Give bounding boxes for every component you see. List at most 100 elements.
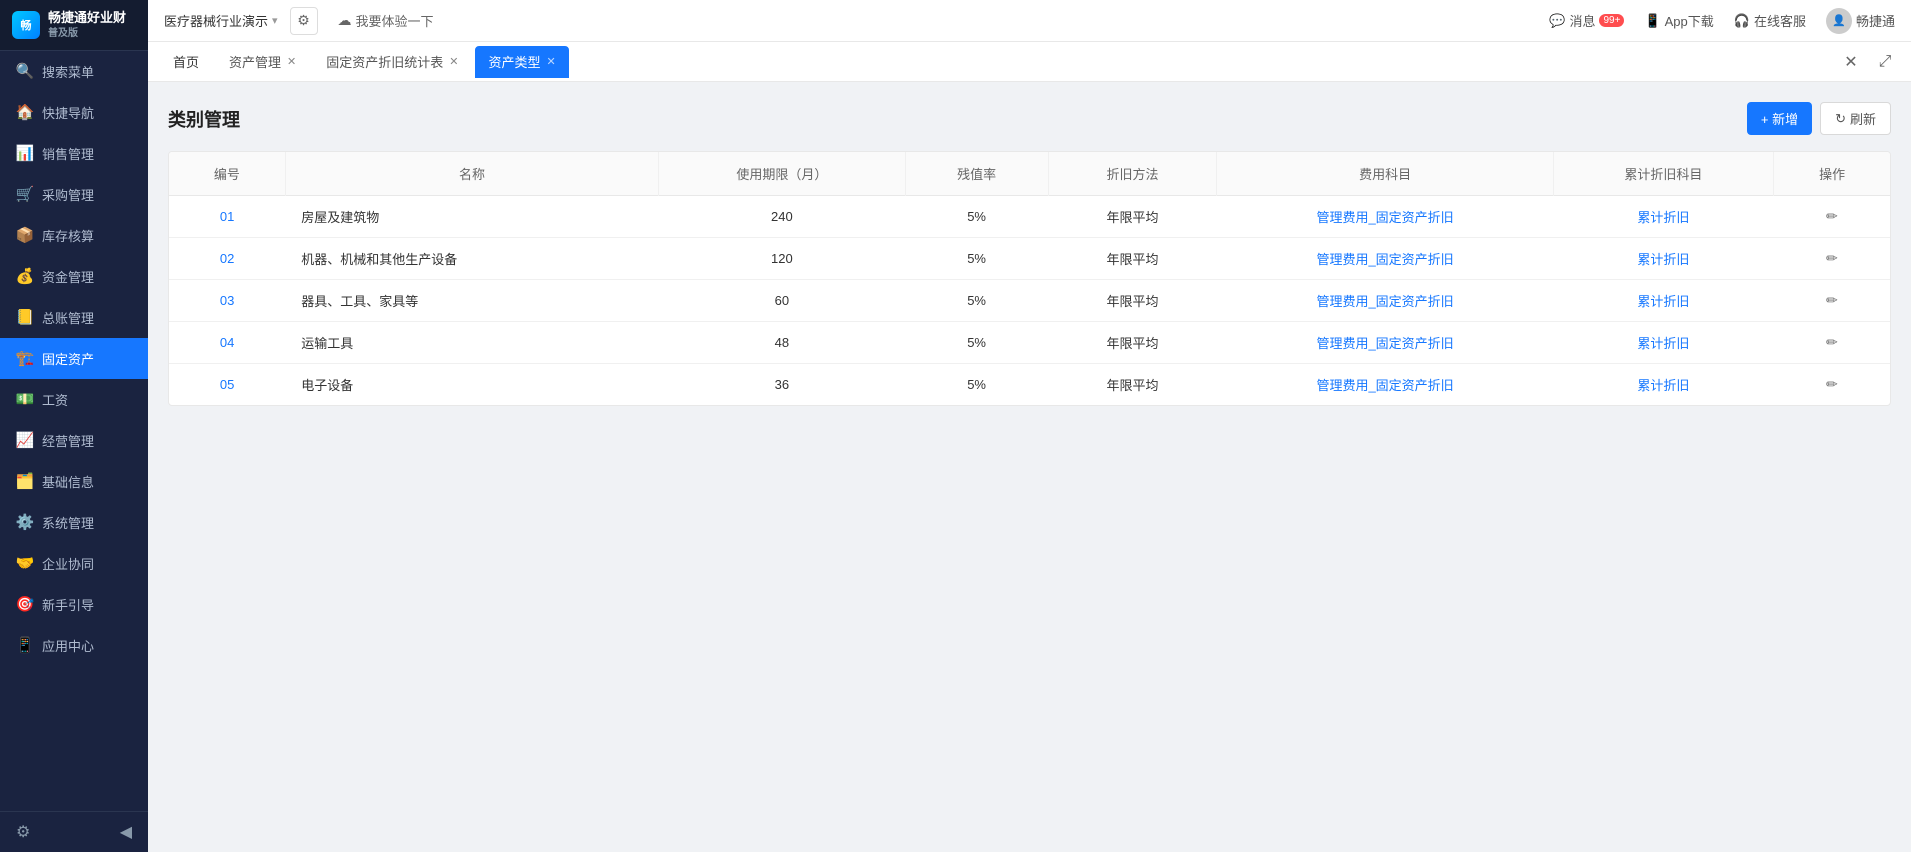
row-name-2: 器具、工具、家具等 <box>285 280 658 322</box>
messages-btn[interactable]: 💬 消息 99+ <box>1549 11 1624 30</box>
label-quick-nav: 快捷导航 <box>42 103 94 122</box>
row-action-4: ✏ <box>1774 364 1890 406</box>
row-residual-2: 5% <box>905 280 1048 322</box>
edit-btn-4[interactable]: ✏ <box>1826 376 1838 392</box>
user-profile-btn[interactable]: 👤 畅捷通 <box>1826 8 1895 34</box>
table-row: 04 运输工具 48 5% 年限平均 管理费用_固定资产折旧 累计折旧 ✏ <box>169 322 1890 364</box>
row-months-3: 48 <box>659 322 905 364</box>
close-tab-asset-mgmt[interactable]: ✕ <box>287 55 296 68</box>
sidebar-item-guide[interactable]: 🎯 新手引导 <box>0 584 148 625</box>
icon-guide: 🎯 <box>16 595 34 613</box>
row-accumulated-3[interactable]: 累计折旧 <box>1553 322 1774 364</box>
row-expense-1[interactable]: 管理费用_固定资产折旧 <box>1217 238 1553 280</box>
sidebar: 畅 畅捷通好业财 普及版 🔍 搜索菜单 🏠 快捷导航 📊 销售管理 🛒 采购管理… <box>0 0 148 852</box>
edit-btn-1[interactable]: ✏ <box>1826 250 1838 266</box>
logo-icon: 畅 <box>12 11 40 39</box>
icon-cooperation: 🤝 <box>16 554 34 572</box>
top-bar: 医疗器械行业演示 ▾ ⚙ ☁ 我要体验一下 💬 消息 99+ 📱 App下载 🎧… <box>148 0 1911 42</box>
col-header-3: 残值率 <box>905 152 1048 196</box>
row-accumulated-0[interactable]: 累计折旧 <box>1553 196 1774 238</box>
row-method-2: 年限平均 <box>1048 280 1217 322</box>
col-header-0: 编号 <box>169 152 285 196</box>
icon-inventory: 📦 <box>16 226 34 244</box>
row-months-0: 240 <box>659 196 905 238</box>
row-name-1: 机器、机械和其他生产设备 <box>285 238 658 280</box>
sidebar-item-purchase[interactable]: 🛒 采购管理 <box>0 174 148 215</box>
table-header: 编号名称使用期限（月）残值率折旧方法费用科目累计折旧科目操作 <box>169 152 1890 196</box>
col-header-6: 累计折旧科目 <box>1553 152 1774 196</box>
app-download-btn[interactable]: 📱 App下载 <box>1644 11 1713 30</box>
row-expense-2[interactable]: 管理费用_固定资产折旧 <box>1217 280 1553 322</box>
row-action-3: ✏ <box>1774 322 1890 364</box>
icon-capital: 💰 <box>16 267 34 285</box>
edit-btn-3[interactable]: ✏ <box>1826 334 1838 350</box>
close-tab-btn[interactable]: ✕ <box>1837 48 1865 76</box>
label-ledger: 总账管理 <box>42 308 94 327</box>
row-expense-3[interactable]: 管理费用_固定资产折旧 <box>1217 322 1553 364</box>
sidebar-item-sales[interactable]: 📊 销售管理 <box>0 133 148 174</box>
top-bar-right: 💬 消息 99+ 📱 App下载 🎧 在线客服 👤 畅捷通 <box>1549 8 1895 34</box>
main-area: 医疗器械行业演示 ▾ ⚙ ☁ 我要体验一下 💬 消息 99+ 📱 App下载 🎧… <box>148 0 1911 852</box>
online-service-btn[interactable]: 🎧 在线客服 <box>1734 11 1806 30</box>
col-header-2: 使用期限（月） <box>659 152 905 196</box>
table-row: 03 器具、工具、家具等 60 5% 年限平均 管理费用_固定资产折旧 累计折旧… <box>169 280 1890 322</box>
sidebar-item-capital[interactable]: 💰 资金管理 <box>0 256 148 297</box>
table-body: 01 房屋及建筑物 240 5% 年限平均 管理费用_固定资产折旧 累计折旧 ✏… <box>169 196 1890 406</box>
row-expense-4[interactable]: 管理费用_固定资产折旧 <box>1217 364 1553 406</box>
row-residual-3: 5% <box>905 322 1048 364</box>
logo-main: 畅捷通好业财 <box>48 10 126 27</box>
tab-depreciation-table[interactable]: 固定资产折旧统计表✕ <box>313 46 471 78</box>
close-tab-depreciation-table[interactable]: ✕ <box>449 55 458 68</box>
new-btn[interactable]: + 新增 <box>1747 102 1812 135</box>
close-tab-asset-type[interactable]: ✕ <box>547 55 556 68</box>
sidebar-item-system[interactable]: ⚙️ 系统管理 <box>0 502 148 543</box>
row-accumulated-1[interactable]: 累计折旧 <box>1553 238 1774 280</box>
row-residual-1: 5% <box>905 238 1048 280</box>
sidebar-item-base-info[interactable]: 🗂️ 基础信息 <box>0 461 148 502</box>
expand-tab-btn[interactable]: ⤢ <box>1871 48 1899 76</box>
sidebar-item-app-center[interactable]: 📱 应用中心 <box>0 625 148 666</box>
sidebar-item-cooperation[interactable]: 🤝 企业协同 <box>0 543 148 584</box>
row-expense-0[interactable]: 管理费用_固定资产折旧 <box>1217 196 1553 238</box>
experience-btn[interactable]: ☁ 我要体验一下 <box>330 7 442 34</box>
tabs-bar: 首页资产管理✕固定资产折旧统计表✕资产类型✕ ✕ ⤢ <box>148 42 1911 82</box>
sidebar-footer: ⚙ ◀ <box>0 811 148 852</box>
table-row: 01 房屋及建筑物 240 5% 年限平均 管理费用_固定资产折旧 累计折旧 ✏ <box>169 196 1890 238</box>
tab-home[interactable]: 首页 <box>160 46 212 78</box>
logo-text: 畅捷通好业财 普及版 <box>48 10 126 40</box>
sidebar-item-salary[interactable]: 💵 工资 <box>0 379 148 420</box>
sidebar-nav: 🔍 搜索菜单 🏠 快捷导航 📊 销售管理 🛒 采购管理 📦 库存核算 💰 资金管… <box>0 51 148 811</box>
tab-asset-mgmt[interactable]: 资产管理✕ <box>216 46 309 78</box>
sidebar-item-search[interactable]: 🔍 搜索菜单 <box>0 51 148 92</box>
col-header-4: 折旧方法 <box>1048 152 1217 196</box>
row-code-2: 03 <box>169 280 285 322</box>
workspace-settings-btn[interactable]: ⚙ <box>290 7 318 35</box>
messages-icon: 💬 <box>1549 13 1565 29</box>
tab-asset-type[interactable]: 资产类型✕ <box>475 46 568 78</box>
workspace-selector[interactable]: 医疗器械行业演示 ▾ <box>164 11 278 30</box>
edit-btn-0[interactable]: ✏ <box>1826 208 1838 224</box>
row-action-0: ✏ <box>1774 196 1890 238</box>
edit-btn-2[interactable]: ✏ <box>1826 292 1838 308</box>
sidebar-item-ledger[interactable]: 📒 总账管理 <box>0 297 148 338</box>
sidebar-item-fixed-assets[interactable]: 🏗️ 固定资产 <box>0 338 148 379</box>
label-system: 系统管理 <box>42 513 94 532</box>
sidebar-item-inventory[interactable]: 📦 库存核算 <box>0 215 148 256</box>
label-capital: 资金管理 <box>42 267 94 286</box>
collapse-icon[interactable]: ◀ <box>120 822 132 842</box>
row-method-0: 年限平均 <box>1048 196 1217 238</box>
icon-purchase: 🛒 <box>16 185 34 203</box>
table-container: 编号名称使用期限（月）残值率折旧方法费用科目累计折旧科目操作 01 房屋及建筑物… <box>168 151 1891 406</box>
row-accumulated-2[interactable]: 累计折旧 <box>1553 280 1774 322</box>
row-accumulated-4[interactable]: 累计折旧 <box>1553 364 1774 406</box>
settings-icon[interactable]: ⚙ <box>16 822 30 842</box>
refresh-btn[interactable]: ↻ 刷新 <box>1820 102 1891 135</box>
table-header-row: 编号名称使用期限（月）残值率折旧方法费用科目累计折旧科目操作 <box>169 152 1890 196</box>
row-code-4: 05 <box>169 364 285 406</box>
row-code-0: 01 <box>169 196 285 238</box>
avatar: 👤 <box>1826 8 1852 34</box>
sidebar-item-operation[interactable]: 📈 经营管理 <box>0 420 148 461</box>
row-action-2: ✏ <box>1774 280 1890 322</box>
sidebar-item-quick-nav[interactable]: 🏠 快捷导航 <box>0 92 148 133</box>
page-header: 类别管理 + 新增 ↻ 刷新 <box>168 102 1891 135</box>
